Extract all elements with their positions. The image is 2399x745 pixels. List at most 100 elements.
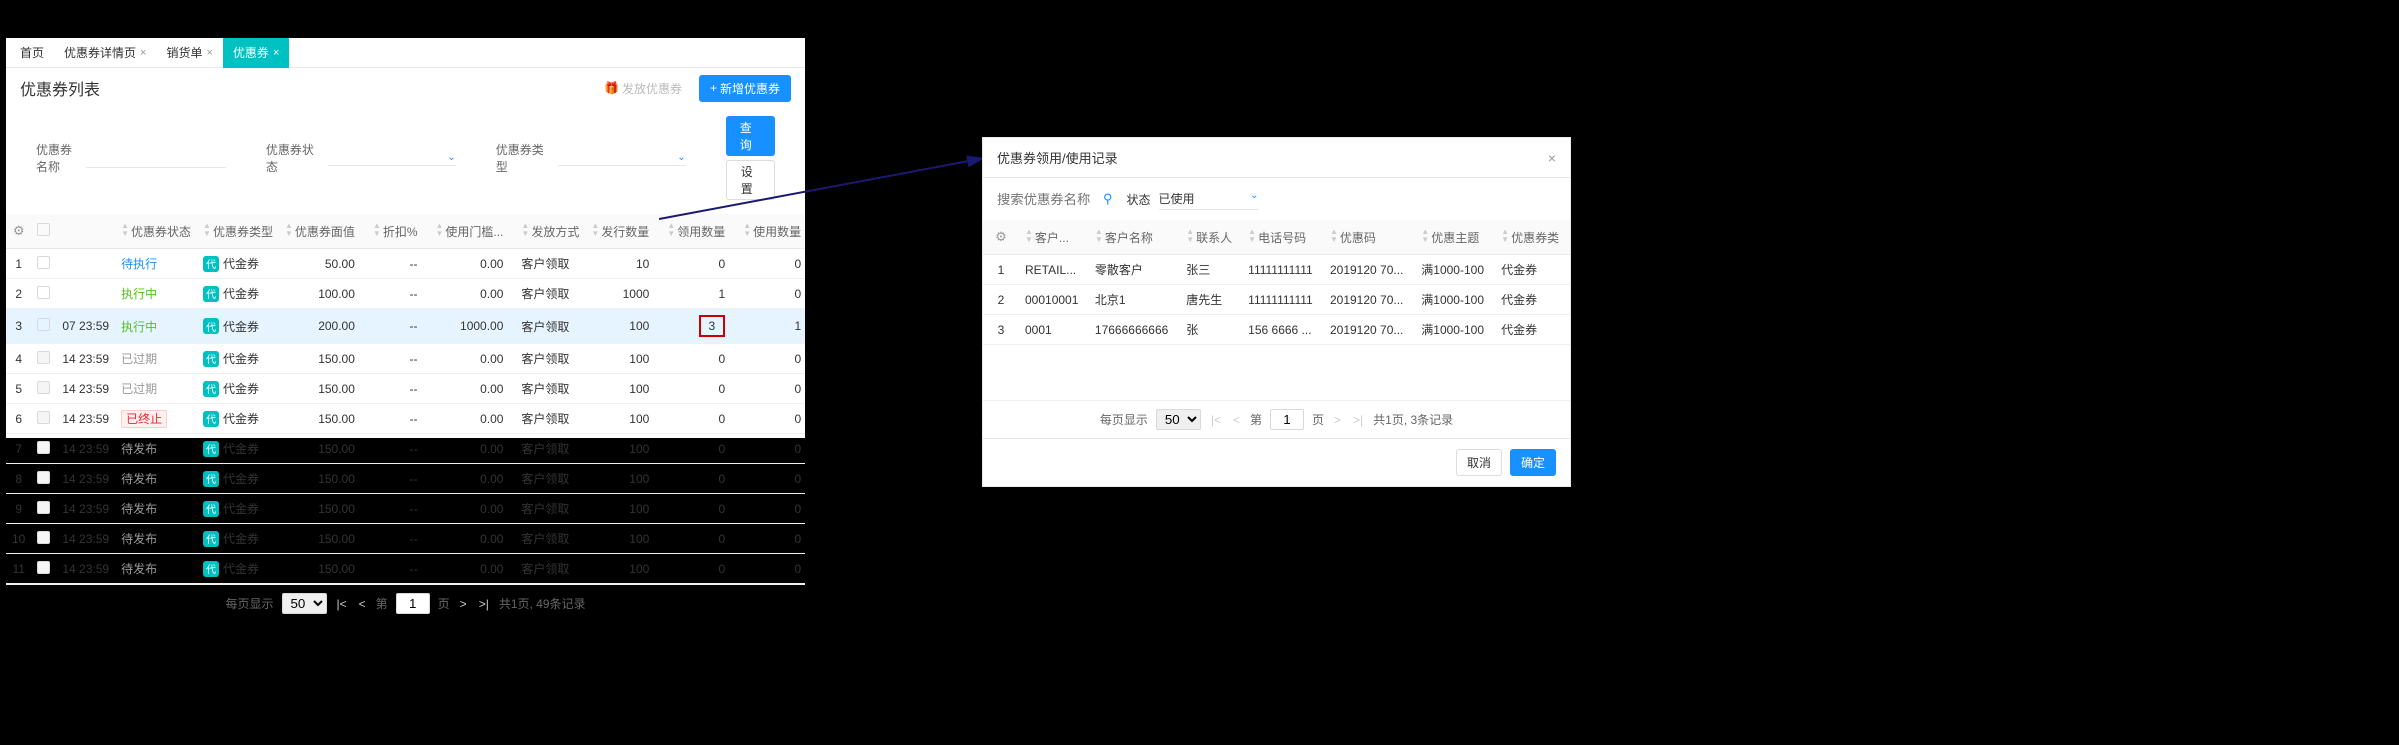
table-row[interactable]: 3 0001 17666666666 张 156 6666 ... 201912…	[983, 315, 1570, 345]
type-select[interactable]: ⌄	[558, 150, 685, 166]
col-header[interactable]: 发行数量	[601, 225, 649, 239]
sort-icon[interactable]: ▲▼	[1330, 228, 1338, 244]
row-checkbox[interactable]	[37, 318, 50, 331]
close-icon[interactable]: ×	[1548, 150, 1556, 166]
first-page-icon[interactable]: |<	[1209, 413, 1223, 427]
page-number-input[interactable]	[396, 593, 430, 614]
col-header[interactable]: 领用数量	[677, 225, 725, 239]
tab-coupon[interactable]: 优惠券×	[223, 38, 289, 68]
col-header[interactable]: 使用门槛...	[445, 225, 503, 239]
page-number-input[interactable]	[1270, 409, 1304, 430]
sort-icon[interactable]: ▲▼	[203, 222, 211, 238]
row-checkbox[interactable]	[37, 471, 50, 484]
claim-count-highlighted[interactable]: 3	[699, 315, 726, 337]
col-header[interactable]: 优惠主题	[1431, 231, 1479, 245]
sort-icon[interactable]: ▲▼	[667, 222, 675, 238]
col-header[interactable]: 客户名称	[1105, 231, 1153, 245]
claim-qty[interactable]: 3	[661, 309, 737, 344]
table-row[interactable]: 9 14 23:59 待发布 代代金券 150.00 -- 0.00 客户领取 …	[6, 494, 805, 524]
status-select[interactable]: 已使用⌄	[1159, 188, 1259, 210]
table-row[interactable]: 1 RETAIL... 零散客户 张三 11111111111 2019120 …	[983, 255, 1570, 285]
claim-qty[interactable]: 0	[661, 554, 737, 584]
sort-icon[interactable]: ▲▼	[373, 222, 381, 238]
table-row[interactable]: 3 07 23:59 执行中 代代金券 200.00 -- 1000.00 客户…	[6, 309, 805, 344]
per-page-select[interactable]: 50	[1156, 409, 1201, 430]
sort-icon[interactable]: ▲▼	[121, 222, 129, 238]
table-row[interactable]: 10 14 23:59 待发布 代代金券 150.00 -- 0.00 客户领取…	[6, 524, 805, 554]
claim-qty[interactable]: 0	[661, 494, 737, 524]
table-row[interactable]: 2 执行中 代代金券 100.00 -- 0.00 客户领取 1000 1 0 …	[6, 279, 805, 309]
table-row[interactable]: 7 14 23:59 待发布 代代金券 150.00 -- 0.00 客户领取 …	[6, 434, 805, 464]
prev-page-icon[interactable]: <	[357, 597, 368, 611]
next-page-icon[interactable]: >	[458, 597, 469, 611]
close-icon[interactable]: ×	[140, 38, 146, 68]
sort-icon[interactable]: ▲▼	[1501, 228, 1509, 244]
claim-qty[interactable]: 0	[661, 464, 737, 494]
gear-icon[interactable]: ⚙	[13, 223, 25, 238]
tab-home[interactable]: 首页	[10, 38, 54, 68]
sort-icon[interactable]: ▲▼	[285, 222, 293, 238]
add-coupon-button[interactable]: +新增优惠券	[699, 75, 791, 102]
prev-page-icon[interactable]: <	[1231, 413, 1242, 427]
sort-icon[interactable]: ▲▼	[1248, 228, 1256, 244]
col-header[interactable]: 使用数量	[753, 225, 801, 239]
last-page-icon[interactable]: >|	[1351, 413, 1365, 427]
row-checkbox[interactable]	[37, 256, 50, 269]
row-checkbox[interactable]	[37, 501, 50, 514]
search-input[interactable]	[997, 192, 1097, 207]
tab-detail[interactable]: 优惠券详情页×	[54, 38, 156, 68]
coupon-name-input[interactable]	[86, 148, 226, 168]
row-checkbox[interactable]	[37, 351, 50, 364]
table-row[interactable]: 8 14 23:59 待发布 代代金券 150.00 -- 0.00 客户领取 …	[6, 464, 805, 494]
row-checkbox[interactable]	[37, 441, 50, 454]
col-header[interactable]: 发放方式	[531, 225, 579, 239]
search-icon[interactable]: ⚲	[1103, 191, 1113, 207]
close-icon[interactable]: ×	[273, 38, 279, 68]
cancel-button[interactable]: 取消	[1456, 449, 1502, 476]
per-page-select[interactable]: 50	[282, 593, 327, 614]
distribute-button[interactable]: 🎁发放优惠券	[593, 75, 693, 102]
table-row[interactable]: 2 00010001 北京1 唐先生 11111111111 2019120 7…	[983, 285, 1570, 315]
sort-icon[interactable]: ▲▼	[521, 222, 529, 238]
col-header[interactable]: 优惠券类	[1511, 231, 1559, 245]
claim-qty[interactable]: 0	[661, 524, 737, 554]
table-row[interactable]: 6 14 23:59 已终止 代代金券 150.00 -- 0.00 客户领取 …	[6, 404, 805, 434]
claim-qty[interactable]: 0	[661, 344, 737, 374]
tab-sales[interactable]: 销货单×	[156, 38, 222, 68]
next-page-icon[interactable]: >	[1332, 413, 1343, 427]
col-header[interactable]: 优惠券面值	[295, 225, 355, 239]
confirm-button[interactable]: 确定	[1510, 449, 1556, 476]
sort-icon[interactable]: ▲▼	[1186, 228, 1194, 244]
settings-button[interactable]: 设置	[726, 160, 775, 200]
claim-qty[interactable]: 0	[661, 374, 737, 404]
col-header[interactable]: 优惠券状态	[131, 225, 191, 239]
sort-icon[interactable]: ▲▼	[1095, 228, 1103, 244]
row-checkbox[interactable]	[37, 411, 50, 424]
table-row[interactable]: 5 14 23:59 已过期 代代金券 150.00 -- 0.00 客户领取 …	[6, 374, 805, 404]
col-header[interactable]: 优惠券类型	[213, 225, 273, 239]
sort-icon[interactable]: ▲▼	[1025, 228, 1033, 244]
close-icon[interactable]: ×	[206, 38, 212, 68]
sort-icon[interactable]: ▲▼	[591, 222, 599, 238]
col-header[interactable]: 电话号码	[1258, 231, 1306, 245]
row-checkbox[interactable]	[37, 286, 50, 299]
col-header[interactable]: 优惠码	[1340, 231, 1376, 245]
query-button[interactable]: 查询	[726, 116, 775, 156]
last-page-icon[interactable]: >|	[477, 597, 491, 611]
row-checkbox[interactable]	[37, 381, 50, 394]
row-checkbox[interactable]	[37, 561, 50, 574]
col-header[interactable]: 联系人	[1196, 231, 1232, 245]
claim-qty[interactable]: 1	[661, 279, 737, 309]
sort-icon[interactable]: ▲▼	[743, 222, 751, 238]
col-header[interactable]: 折扣%	[383, 225, 418, 239]
claim-qty[interactable]: 0	[661, 434, 737, 464]
sort-icon[interactable]: ▲▼	[435, 222, 443, 238]
table-row[interactable]: 11 14 23:59 待发布 代代金券 150.00 -- 0.00 客户领取…	[6, 554, 805, 584]
gear-icon[interactable]: ⚙	[995, 229, 1007, 244]
claim-qty[interactable]: 0	[661, 249, 737, 279]
row-checkbox[interactable]	[37, 531, 50, 544]
table-row[interactable]: 1 待执行 代代金券 50.00 -- 0.00 客户领取 10 0 0 ↗�⠶	[6, 249, 805, 279]
first-page-icon[interactable]: |<	[335, 597, 349, 611]
status-select[interactable]: ⌄	[328, 150, 455, 166]
col-header[interactable]: 客户...	[1035, 231, 1069, 245]
